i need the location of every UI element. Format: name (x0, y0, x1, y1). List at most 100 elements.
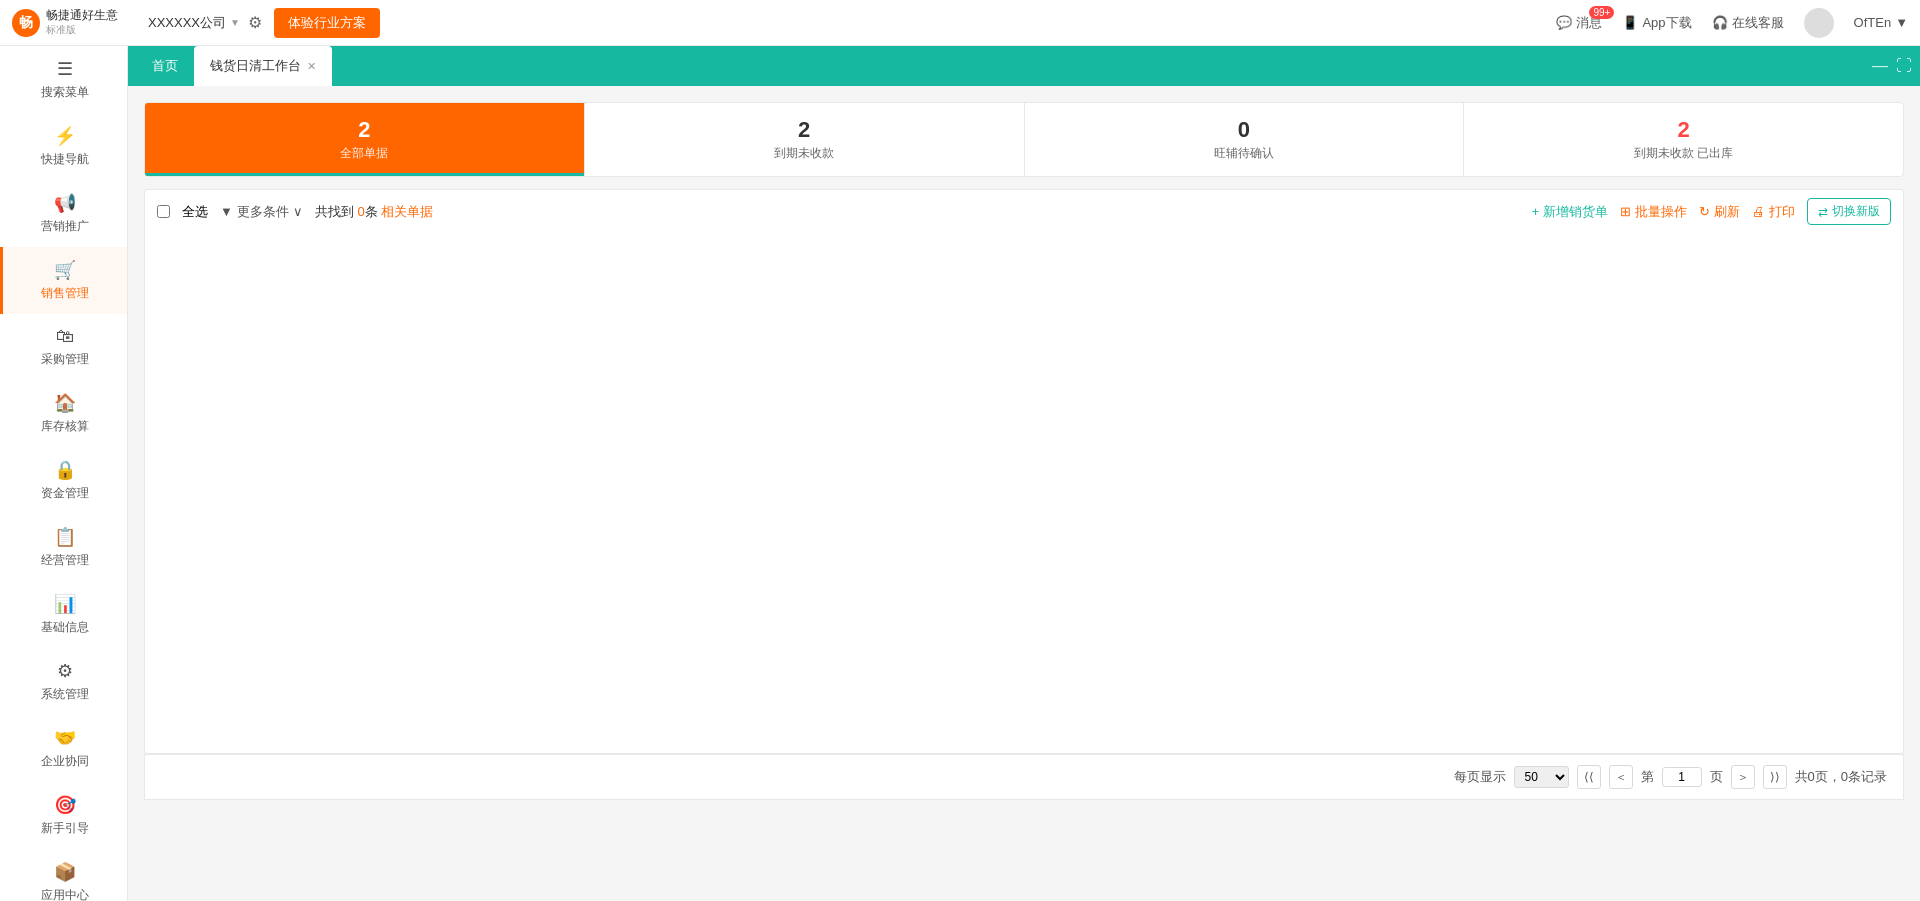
guide-icon: 🎯 (54, 794, 76, 816)
header-right: 💬 消息 99+ 📱 App下载 🎧 在线客服 OfTEn ▼ (1556, 8, 1908, 38)
select-all-label: 全选 (182, 203, 208, 221)
stat-num-overdue: 2 (605, 117, 1004, 143)
related-label: 相关单据 (381, 204, 433, 219)
quick-nav-icon: ⚡ (54, 125, 76, 147)
batch-label: 批量操作 (1635, 203, 1687, 221)
avatar[interactable] (1804, 8, 1834, 38)
sidebar-item-sales[interactable]: 🛒 销售管理 (0, 247, 127, 314)
add-sales-order-button[interactable]: + 新增销货单 (1532, 203, 1608, 221)
filter-icon: ▼ (220, 204, 233, 219)
tab-home[interactable]: 首页 (136, 46, 194, 86)
sidebar-label-purchase: 采购管理 (41, 351, 89, 368)
sidebar-item-search-menu[interactable]: ☰ 搜索菜单 (0, 46, 127, 113)
filter-label: 更多条件 (237, 203, 289, 221)
sidebar-item-basic[interactable]: 📊 基础信息 (0, 581, 127, 648)
print-icon: 🖨 (1752, 204, 1765, 219)
sidebar-label-app-center: 应用中心 (41, 887, 89, 901)
maximize-icon[interactable]: ⛶ (1896, 57, 1912, 75)
logo-title: 畅捷通好生意 (46, 8, 118, 24)
page-label: 第 (1641, 768, 1654, 786)
nav-tab-actions: — ⛶ (1872, 57, 1912, 75)
search-menu-icon: ☰ (57, 58, 73, 80)
cooperation-icon: 🤝 (54, 727, 76, 749)
company-selector[interactable]: XXXXXX公司 ▼ (148, 14, 240, 32)
page-number-input[interactable] (1662, 767, 1702, 787)
headset-icon: 🎧 (1712, 15, 1728, 30)
print-label: 打印 (1769, 203, 1795, 221)
sidebar-item-cooperation[interactable]: 🤝 企业协同 (0, 715, 127, 782)
marketing-icon: 📢 (54, 192, 76, 214)
sidebar-label-biz: 经营管理 (41, 552, 89, 569)
batch-icon: ⊞ (1620, 204, 1631, 219)
sidebar-item-purchase[interactable]: 🛍 采购管理 (0, 314, 127, 380)
sidebar-label-system: 系统管理 (41, 686, 89, 703)
refresh-label: 刷新 (1714, 203, 1740, 221)
stat-num-all: 2 (165, 117, 564, 143)
logo-icon: 畅 (12, 9, 40, 37)
sidebar-label-search-menu: 搜索菜单 (41, 84, 89, 101)
sidebar-label-sales: 销售管理 (41, 285, 89, 302)
toolbar-right: + 新增销货单 ⊞ 批量操作 ↻ 刷新 🖨 打印 ⇄ 切换新版 (1532, 198, 1891, 225)
sidebar-item-system[interactable]: ⚙ 系统管理 (0, 648, 127, 715)
sidebar-item-biz[interactable]: 📋 经营管理 (0, 514, 127, 581)
message-icon: 💬 (1556, 15, 1572, 30)
minimize-icon[interactable]: — (1872, 57, 1888, 75)
next-page-button[interactable]: ＞ (1731, 765, 1755, 789)
switch-version-button[interactable]: ⇄ 切换新版 (1807, 198, 1891, 225)
purchase-icon: 🛍 (56, 326, 74, 347)
finance-icon: 🔒 (54, 459, 76, 481)
stat-card-all[interactable]: 2 全部单据 (145, 103, 585, 176)
close-tab-icon[interactable]: ✕ (307, 60, 316, 73)
sidebar-label-guide: 新手引导 (41, 820, 89, 837)
system-icon: ⚙ (57, 660, 73, 682)
message-badge: 99+ (1589, 6, 1614, 19)
pagination-bar: 每页显示 50 10 20 100 ⟨⟨ ＜ 第 页 ＞ ⟩⟩ 共0页，0条记录 (144, 754, 1904, 800)
stat-label-overdue: 到期未收款 (605, 145, 1004, 162)
refresh-button[interactable]: ↻ 刷新 (1699, 203, 1740, 221)
page-size-select[interactable]: 50 10 20 100 (1514, 766, 1569, 788)
app-download-icon: 📱 (1622, 15, 1638, 30)
stat-label-unshipped: 到期未收款 已出库 (1484, 145, 1883, 162)
settings-button[interactable]: ⚙ (248, 13, 262, 32)
sidebar-item-quick-nav[interactable]: ⚡ 快捷导航 (0, 113, 127, 180)
app-download-label: App下载 (1642, 14, 1691, 32)
online-service-btn[interactable]: 🎧 在线客服 (1712, 14, 1784, 32)
message-btn[interactable]: 💬 消息 99+ (1556, 14, 1602, 32)
sidebar-item-marketing[interactable]: 📢 营销推广 (0, 180, 127, 247)
first-page-button[interactable]: ⟨⟨ (1577, 765, 1601, 789)
app-download-btn[interactable]: 📱 App下载 (1622, 14, 1691, 32)
sidebar-item-inventory[interactable]: 🏠 库存核算 (0, 380, 127, 447)
sidebar-item-finance[interactable]: 🔒 资金管理 (0, 447, 127, 514)
nav-tabs: 首页 钱货日清工作台 ✕ — ⛶ (128, 46, 1920, 86)
stat-card-overdue[interactable]: 2 到期未收款 (585, 103, 1025, 176)
stat-card-pending[interactable]: 0 旺辅待确认 (1025, 103, 1465, 176)
batch-operation-button[interactable]: ⊞ 批量操作 (1620, 203, 1687, 221)
stat-card-unshipped[interactable]: 2 到期未收款 已出库 (1464, 103, 1903, 176)
tab-workbench[interactable]: 钱货日清工作台 ✕ (194, 46, 332, 86)
sidebar-label-inventory: 库存核算 (41, 418, 89, 435)
user-name[interactable]: OfTEn ▼ (1854, 15, 1908, 30)
trial-button[interactable]: 体验行业方案 (274, 8, 380, 38)
total-info: 共0页，0条记录 (1795, 768, 1887, 786)
company-dropdown-arrow: ▼ (230, 17, 240, 28)
main-content: 2 全部单据 2 到期未收款 0 旺辅待确认 2 到期未收款 已出库 全选 ▼ … (128, 86, 1920, 901)
sidebar: ☰ 搜索菜单 ⚡ 快捷导航 📢 营销推广 🛒 销售管理 🛍 采购管理 🏠 库存核… (0, 0, 128, 901)
company-name: XXXXXX公司 (148, 14, 226, 32)
sidebar-item-guide[interactable]: 🎯 新手引导 (0, 782, 127, 849)
switch-label: 切换新版 (1832, 203, 1880, 220)
sidebar-label-cooperation: 企业协同 (41, 753, 89, 770)
print-button[interactable]: 🖨 打印 (1752, 203, 1795, 221)
sidebar-item-app-center[interactable]: 📦 应用中心 (0, 849, 127, 901)
page-suffix: 页 (1710, 768, 1723, 786)
filter-button[interactable]: ▼ 更多条件 ∨ (220, 203, 303, 221)
last-page-button[interactable]: ⟩⟩ (1763, 765, 1787, 789)
toolbar-count: 共找到 0条 相关单据 (315, 203, 433, 221)
tab-workbench-label: 钱货日清工作台 (210, 57, 301, 75)
stat-label-all: 全部单据 (165, 145, 564, 162)
stats-row: 2 全部单据 2 到期未收款 0 旺辅待确认 2 到期未收款 已出库 (144, 102, 1904, 177)
logo-area: 畅 畅捷通好生意 标准版 (12, 8, 140, 38)
select-all-checkbox[interactable] (157, 205, 170, 218)
table-area (144, 233, 1904, 754)
empty-state (145, 233, 1903, 753)
prev-page-button[interactable]: ＜ (1609, 765, 1633, 789)
